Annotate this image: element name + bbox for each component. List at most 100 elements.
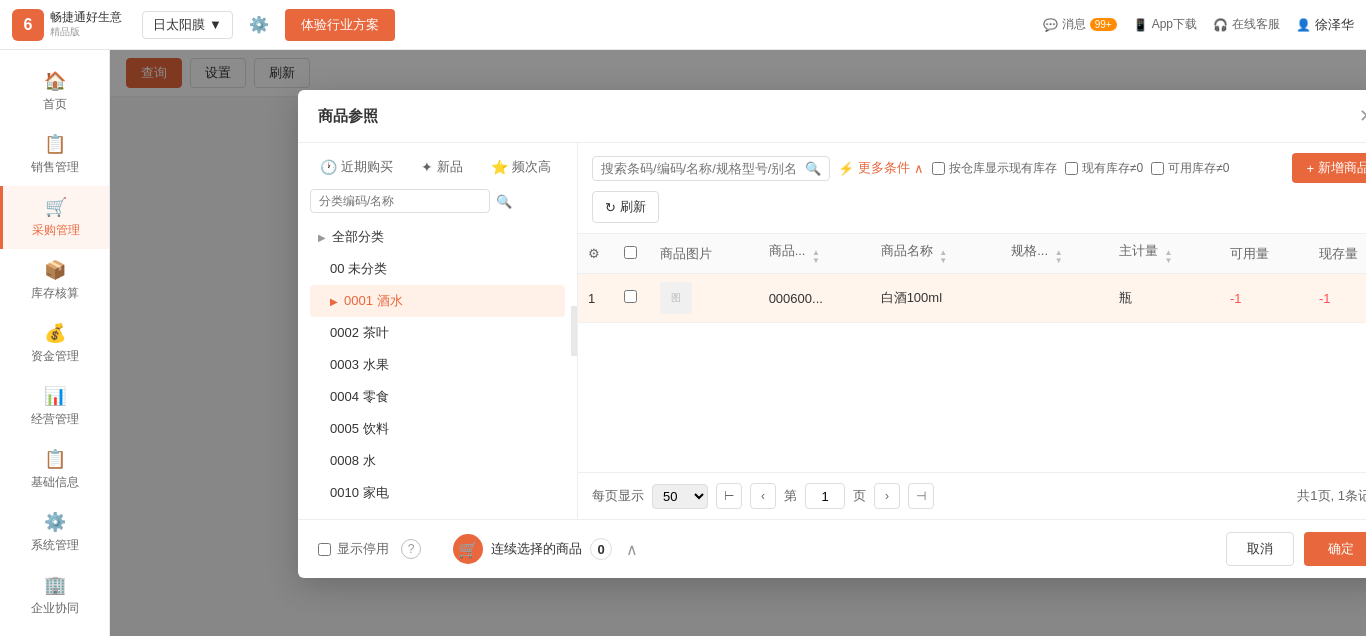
cat-item-0008[interactable]: 0008 水 xyxy=(310,445,565,477)
store-selector[interactable]: 日太阳膜 ▼ xyxy=(142,11,233,39)
add-product-btn[interactable]: + 新增商品 xyxy=(1292,153,1366,183)
business-icon: 📊 xyxy=(44,385,66,407)
sidebar-item-basics[interactable]: 📋 基础信息 xyxy=(0,438,109,501)
help-icon[interactable]: ? xyxy=(401,539,421,559)
product-modal: 商品参照 ✕ 🕐 近期购买 ✦ 新品 xyxy=(298,90,1366,578)
cat-tab-new[interactable]: ✦ 新品 xyxy=(411,153,473,181)
purchase-icon: 🛒 xyxy=(45,196,67,218)
cat-tab-recent-label: 近期购买 xyxy=(341,158,393,176)
category-collapse-btn[interactable]: 《 xyxy=(571,306,578,356)
expand-icon-all: ▶ xyxy=(318,232,326,243)
th-spec-label: 规格... xyxy=(1011,243,1048,258)
checkbox-available[interactable]: 可用库存≠0 xyxy=(1151,160,1229,177)
cart-icon-btn[interactable]: 🛒 xyxy=(453,534,483,564)
checkbox-available-label: 可用库存≠0 xyxy=(1168,160,1229,177)
sidebar-label-business: 经营管理 xyxy=(31,411,79,428)
cat-item-0003[interactable]: 0003 水果 xyxy=(310,349,565,381)
footer-actions: 取消 确定 xyxy=(1226,532,1366,566)
logo-icon: 6 xyxy=(12,9,44,41)
category-search-input[interactable] xyxy=(310,189,490,213)
refresh-product-btn[interactable]: ↻ 刷新 xyxy=(592,191,659,223)
select-all-checkbox[interactable] xyxy=(624,246,637,259)
row-check xyxy=(614,274,650,323)
filter-more-label: 更多条件 xyxy=(858,159,910,177)
trial-btn[interactable]: 体验行业方案 xyxy=(285,9,395,41)
cat-item-0002[interactable]: 0002 茶叶 xyxy=(310,317,565,349)
sidebar-item-business[interactable]: 📊 经营管理 xyxy=(0,375,109,438)
settings-icon[interactable]: ⚙️ xyxy=(243,9,275,41)
th-code-label: 商品... xyxy=(769,243,806,258)
page-unit-label: 页 xyxy=(853,487,866,505)
cat-label-00: 00 未分类 xyxy=(330,260,387,278)
prev-page-btn[interactable]: ‹ xyxy=(750,483,776,509)
chevron-up-icon: ∧ xyxy=(914,161,924,176)
sidebar-item-corp[interactable]: 🏢 企业协同 xyxy=(0,564,109,627)
confirm-btn[interactable]: 确定 xyxy=(1304,532,1366,566)
user-avatar[interactable]: 👤 徐泽华 xyxy=(1296,16,1354,34)
sort-code-icon[interactable]: ▲▼ xyxy=(812,249,820,265)
cat-label-0004: 0004 零食 xyxy=(330,388,389,406)
service-btn[interactable]: 🎧 在线客服 xyxy=(1213,16,1280,33)
th-name: 商品名称 ▲▼ xyxy=(871,234,1002,274)
cart-collapse-icon[interactable]: ∧ xyxy=(626,540,638,559)
cat-item-00[interactable]: 00 未分类 xyxy=(310,253,565,285)
row-checkbox[interactable] xyxy=(624,290,637,303)
first-page-btn[interactable]: ⊢ xyxy=(716,483,742,509)
search-icon[interactable]: 🔍 xyxy=(805,161,821,176)
refresh-label: 刷新 xyxy=(620,198,646,216)
table-settings-icon[interactable]: ⚙ xyxy=(588,246,600,261)
checkbox-by-warehouse[interactable]: 按仓库显示现有库存 xyxy=(932,160,1057,177)
checkbox-existing[interactable]: 现有库存≠0 xyxy=(1065,160,1143,177)
row-name: 白酒100ml xyxy=(871,274,1002,323)
app-label: App下载 xyxy=(1152,16,1197,33)
dropdown-icon: ▼ xyxy=(209,17,222,32)
sort-name-icon[interactable]: ▲▼ xyxy=(939,249,947,265)
product-search-input[interactable] xyxy=(601,161,801,176)
product-table: ⚙ 商品图片 商品... xyxy=(578,234,1366,323)
cat-label-all: 全部分类 xyxy=(332,228,384,246)
per-page-select[interactable]: 50 10 20 100 xyxy=(652,484,708,509)
cat-tab-frequent[interactable]: ⭐ 频次高 xyxy=(481,153,561,181)
show-disabled-checkbox[interactable]: 显示停用 xyxy=(318,540,389,558)
sidebar-item-sales[interactable]: 📋 销售管理 xyxy=(0,123,109,186)
page-number-input[interactable] xyxy=(805,483,845,509)
category-search-icon[interactable]: 🔍 xyxy=(496,194,512,209)
table-row[interactable]: 1 图 000600... xyxy=(578,274,1366,323)
sidebar-item-guide[interactable]: 🎯 新手引导 xyxy=(0,627,109,636)
category-search-box: 🔍 xyxy=(298,189,577,221)
next-page-btn[interactable]: › xyxy=(874,483,900,509)
cat-item-0001[interactable]: ▶ 0001 酒水 xyxy=(310,285,565,317)
sidebar-item-home[interactable]: 🏠 首页 xyxy=(0,60,109,123)
filter-more-btn[interactable]: ⚡ 更多条件 ∧ xyxy=(838,159,924,177)
sidebar-item-system[interactable]: ⚙️ 系统管理 xyxy=(0,501,109,564)
sort-spec-icon[interactable]: ▲▼ xyxy=(1055,249,1063,265)
checkbox-existing-label: 现有库存≠0 xyxy=(1082,160,1143,177)
cat-item-all[interactable]: ▶ 全部分类 xyxy=(310,221,565,253)
cat-label-0001: 0001 酒水 xyxy=(344,292,403,310)
recent-icon: 🕐 xyxy=(320,159,337,175)
cat-item-0004[interactable]: 0004 零食 xyxy=(310,381,565,413)
page-label: 第 xyxy=(784,487,797,505)
footer-cart: 🛒 连续选择的商品 0 ∧ xyxy=(453,534,638,564)
sidebar-item-inventory[interactable]: 📦 库存核算 xyxy=(0,249,109,312)
sort-unit-icon[interactable]: ▲▼ xyxy=(1165,249,1173,265)
user-name: 徐泽华 xyxy=(1315,16,1354,34)
inventory-icon: 📦 xyxy=(44,259,66,281)
logo-title: 畅捷通好生意 xyxy=(50,10,122,26)
cart-icon: 🛒 xyxy=(458,540,478,559)
cat-item-0010[interactable]: 0010 家电 xyxy=(310,477,565,509)
cat-item-0005[interactable]: 0005 饮料 xyxy=(310,413,565,445)
sidebar-item-finance[interactable]: 💰 资金管理 xyxy=(0,312,109,375)
app-download-btn[interactable]: 📱 App下载 xyxy=(1133,16,1197,33)
th-unit-label: 主计量 xyxy=(1119,243,1158,258)
message-btn[interactable]: 💬 消息 99+ xyxy=(1043,16,1117,33)
th-settings: ⚙ xyxy=(578,234,614,274)
modal-close-btn[interactable]: ✕ xyxy=(1354,104,1366,128)
sidebar-item-purchase[interactable]: 🛒 采购管理 xyxy=(0,186,109,249)
last-page-btn[interactable]: ⊣ xyxy=(908,483,934,509)
cat-tab-recent[interactable]: 🕐 近期购买 xyxy=(310,153,403,181)
expand-icon-0001: ▶ xyxy=(330,296,338,307)
collapse-icon: 《 xyxy=(574,324,578,338)
cat-tab-frequent-label: 频次高 xyxy=(512,158,551,176)
cancel-btn[interactable]: 取消 xyxy=(1226,532,1294,566)
